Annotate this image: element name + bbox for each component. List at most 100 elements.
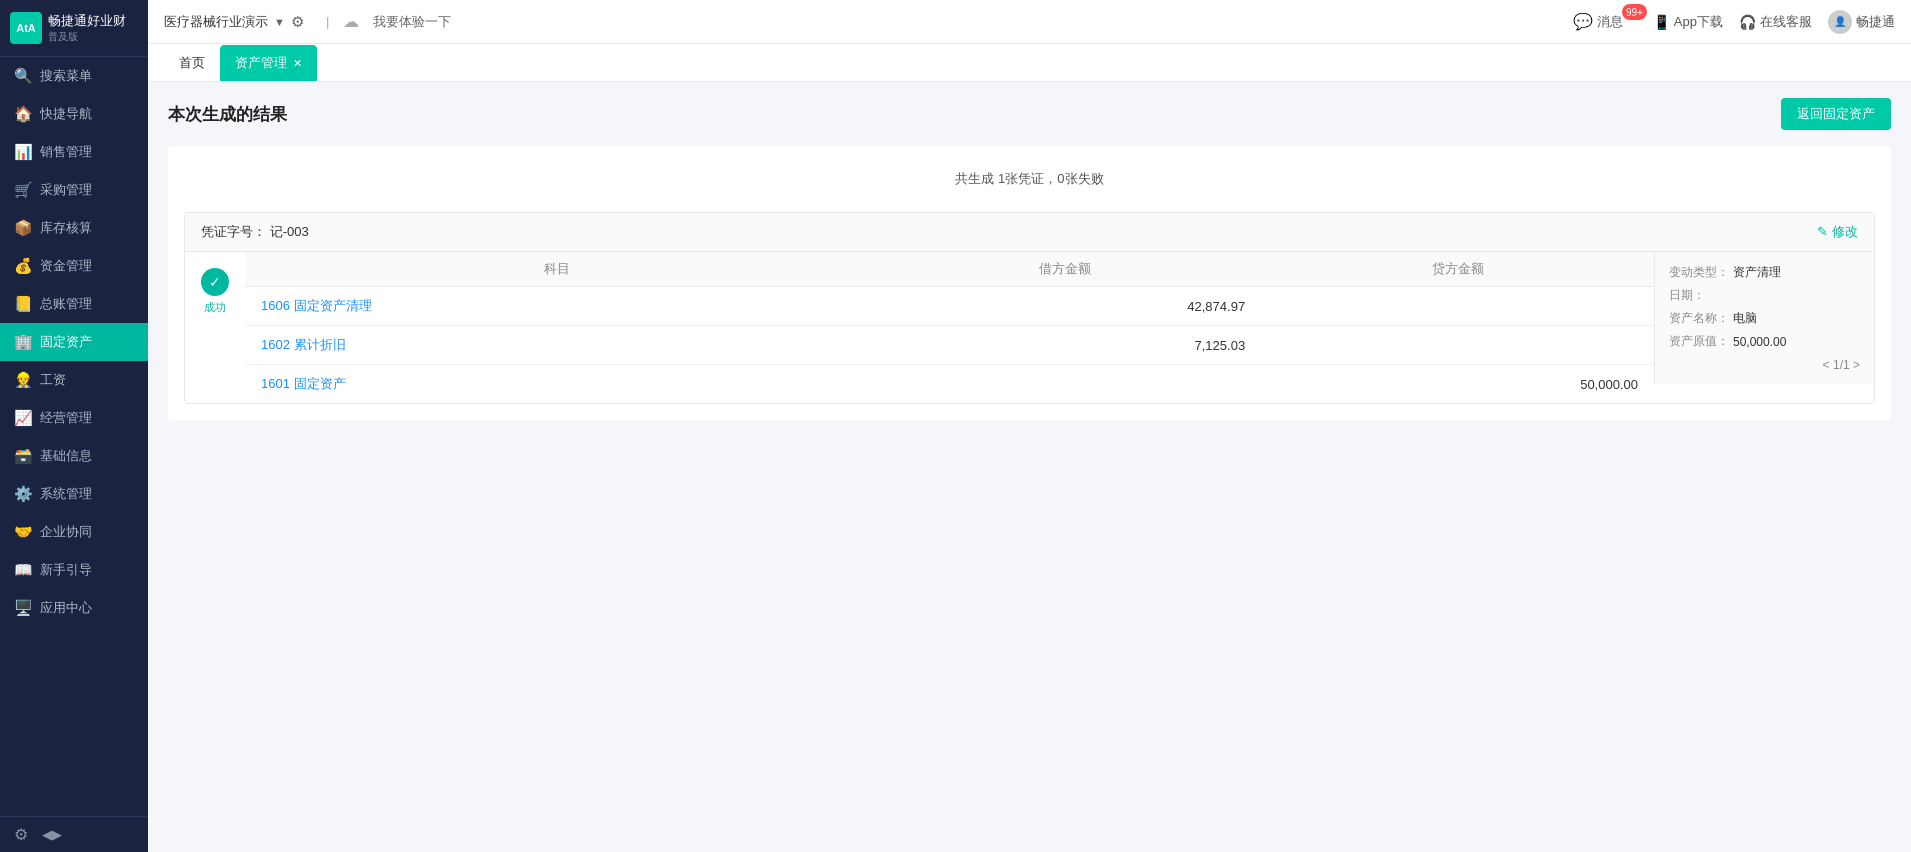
page-info: 1/1 [1833,358,1853,372]
col-subject: 科目 [245,252,868,287]
return-fixed-assets-button[interactable]: 返回固定资产 [1781,98,1891,130]
credit-amount: 50,000.00 [1261,365,1654,404]
date-label: 日期： [1669,287,1729,304]
user-area[interactable]: 👤 畅捷通 [1828,10,1895,34]
username: 畅捷通 [1856,13,1895,31]
experience-label: 我要体验一下 [373,13,451,31]
tab-home-label: 首页 [179,54,205,72]
message-icon: 💬 [1573,12,1593,31]
sidebar-item-label: 新手引导 [40,561,92,579]
sidebar-item-system[interactable]: ⚙️ 系统管理 [0,475,148,513]
tab-close-icon[interactable]: ✕ [293,57,302,70]
voucher-edit-btn[interactable]: ✎ 修改 [1817,223,1858,241]
side-asset-name: 资产名称： 电脑 [1669,310,1860,327]
logo-text: 畅捷通好业财 [48,12,126,30]
sidebar-item-label: 基础信息 [40,447,92,465]
collapse-icon[interactable]: ◀▶ [42,827,62,842]
edit-icon: ✎ [1817,224,1828,239]
sidebar-item-funds[interactable]: 💰 资金管理 [0,247,148,285]
sidebar-item-payroll[interactable]: 👷 工资 [0,361,148,399]
topbar-right: 💬 消息 99+ 📱 App下载 🎧 在线客服 👤 畅捷通 [1573,10,1895,34]
sidebar-item-ledger[interactable]: 📒 总账管理 [0,285,148,323]
search-icon: 🔍 [14,67,32,85]
voucher-no-value: 记-003 [270,224,309,239]
side-date: 日期： [1669,287,1860,304]
result-summary: 共生成 1张凭证，0张失败 [184,162,1875,196]
asset-value-label: 资产原值： [1669,333,1729,350]
company-name: 医疗器械行业演示 [164,13,268,31]
side-change-type: 变动类型： 资产清理 [1669,264,1860,281]
sidebar-item-label: 搜索菜单 [40,67,92,85]
prev-page-btn[interactable]: < [1823,358,1830,372]
avatar: 👤 [1828,10,1852,34]
next-page-btn[interactable]: > [1853,358,1860,372]
side-asset-value: 资产原值： 50,000.00 [1669,333,1860,350]
sidebar-item-search[interactable]: 🔍 搜索菜单 [0,57,148,95]
basics-icon: 🗃️ [14,447,32,465]
inventory-icon: 📦 [14,219,32,237]
subject-link[interactable]: 1601 固定资产 [261,376,346,391]
sidebar-item-apps[interactable]: 🖥️ 应用中心 [0,589,148,627]
change-type-value: 资产清理 [1733,264,1781,281]
tab-asset-management[interactable]: 资产管理 ✕ [220,45,317,81]
settings-bottom-icon[interactable]: ⚙ [14,825,28,844]
sidebar-item-basics[interactable]: 🗃️ 基础信息 [0,437,148,475]
sidebar-item-guide[interactable]: 📖 新手引导 [0,551,148,589]
sidebar-item-label: 采购管理 [40,181,92,199]
sidebar-item-quicknav[interactable]: 🏠 快捷导航 [0,95,148,133]
sidebar-logo: AtA 畅捷通好业财 普及版 [0,0,148,57]
online-service-label: 在线客服 [1760,13,1812,31]
credit-amount [1261,287,1654,326]
tab-bar: 首页 资产管理 ✕ [148,44,1911,82]
success-col: ✓ 成功 [185,252,245,331]
table-row: 1601 固定资产 50,000.00 [245,365,1654,404]
messages-badge: 99+ [1622,4,1647,20]
tab-home[interactable]: 首页 [164,45,220,81]
sidebar-item-label: 工资 [40,371,66,389]
sidebar-item-fixed-assets[interactable]: 🏢 固定资产 [0,323,148,361]
messages-btn[interactable]: 💬 消息 99+ [1573,12,1637,31]
debit-amount: 42,874.97 [868,287,1261,326]
table-row: 1606 固定资产清理 42,874.97 [245,287,1654,326]
purchase-icon: 🛒 [14,181,32,199]
debit-amount [868,365,1261,404]
ledger-icon: 📒 [14,295,32,313]
sidebar-item-label: 系统管理 [40,485,92,503]
success-label: 成功 [204,300,226,315]
table-row: 1602 累计折旧 7,125.03 [245,326,1654,365]
pagination: < 1/1 > [1669,358,1860,372]
credit-amount [1261,326,1654,365]
topbar-title-area: 医疗器械行业演示 ▼ ⚙ | ☁ 我要体验一下 [164,12,1565,31]
online-service-btn[interactable]: 🎧 在线客服 [1739,13,1812,31]
tab-asset-label: 资产管理 [235,54,287,72]
sidebar-item-collab[interactable]: 🤝 企业协同 [0,513,148,551]
sidebar-item-inventory[interactable]: 📦 库存核算 [0,209,148,247]
logo-icon: AtA [10,12,42,44]
subject-link[interactable]: 1606 固定资产清理 [261,298,372,313]
debit-amount: 7,125.03 [868,326,1261,365]
asset-name-value: 电脑 [1733,310,1757,327]
sidebar-item-operations[interactable]: 📈 经营管理 [0,399,148,437]
sidebar-item-label: 库存核算 [40,219,92,237]
voucher-no-label: 凭证字号： [201,224,266,239]
sidebar-item-label: 应用中心 [40,599,92,617]
apps-icon: 🖥️ [14,599,32,617]
sidebar-nav: 🔍 搜索菜单 🏠 快捷导航 📊 销售管理 🛒 采购管理 📦 库存核算 💰 资金管… [0,57,148,816]
service-icon: 🎧 [1739,14,1756,30]
edit-label: 修改 [1832,224,1858,239]
collab-icon: 🤝 [14,523,32,541]
app-icon: 📱 [1653,14,1670,30]
subject-link[interactable]: 1602 累计折旧 [261,337,346,352]
page-header: 本次生成的结果 返回固定资产 [168,98,1891,130]
fixed-assets-icon: 🏢 [14,333,32,351]
sidebar-item-sales[interactable]: 📊 销售管理 [0,133,148,171]
voucher-card: 凭证字号： 记-003 ✎ 修改 ✓ 成功 [184,212,1875,404]
sidebar: AtA 畅捷通好业财 普及版 🔍 搜索菜单 🏠 快捷导航 📊 销售管理 🛒 采购… [0,0,148,852]
settings-icon[interactable]: ⚙ [291,13,304,31]
app-download-btn[interactable]: 📱 App下载 [1653,13,1723,31]
experience-btn[interactable]: 我要体验一下 [373,13,451,31]
asset-name-label: 资产名称： [1669,310,1729,327]
payroll-icon: 👷 [14,371,32,389]
company-dropdown-icon[interactable]: ▼ [274,16,285,28]
sidebar-item-purchase[interactable]: 🛒 采购管理 [0,171,148,209]
